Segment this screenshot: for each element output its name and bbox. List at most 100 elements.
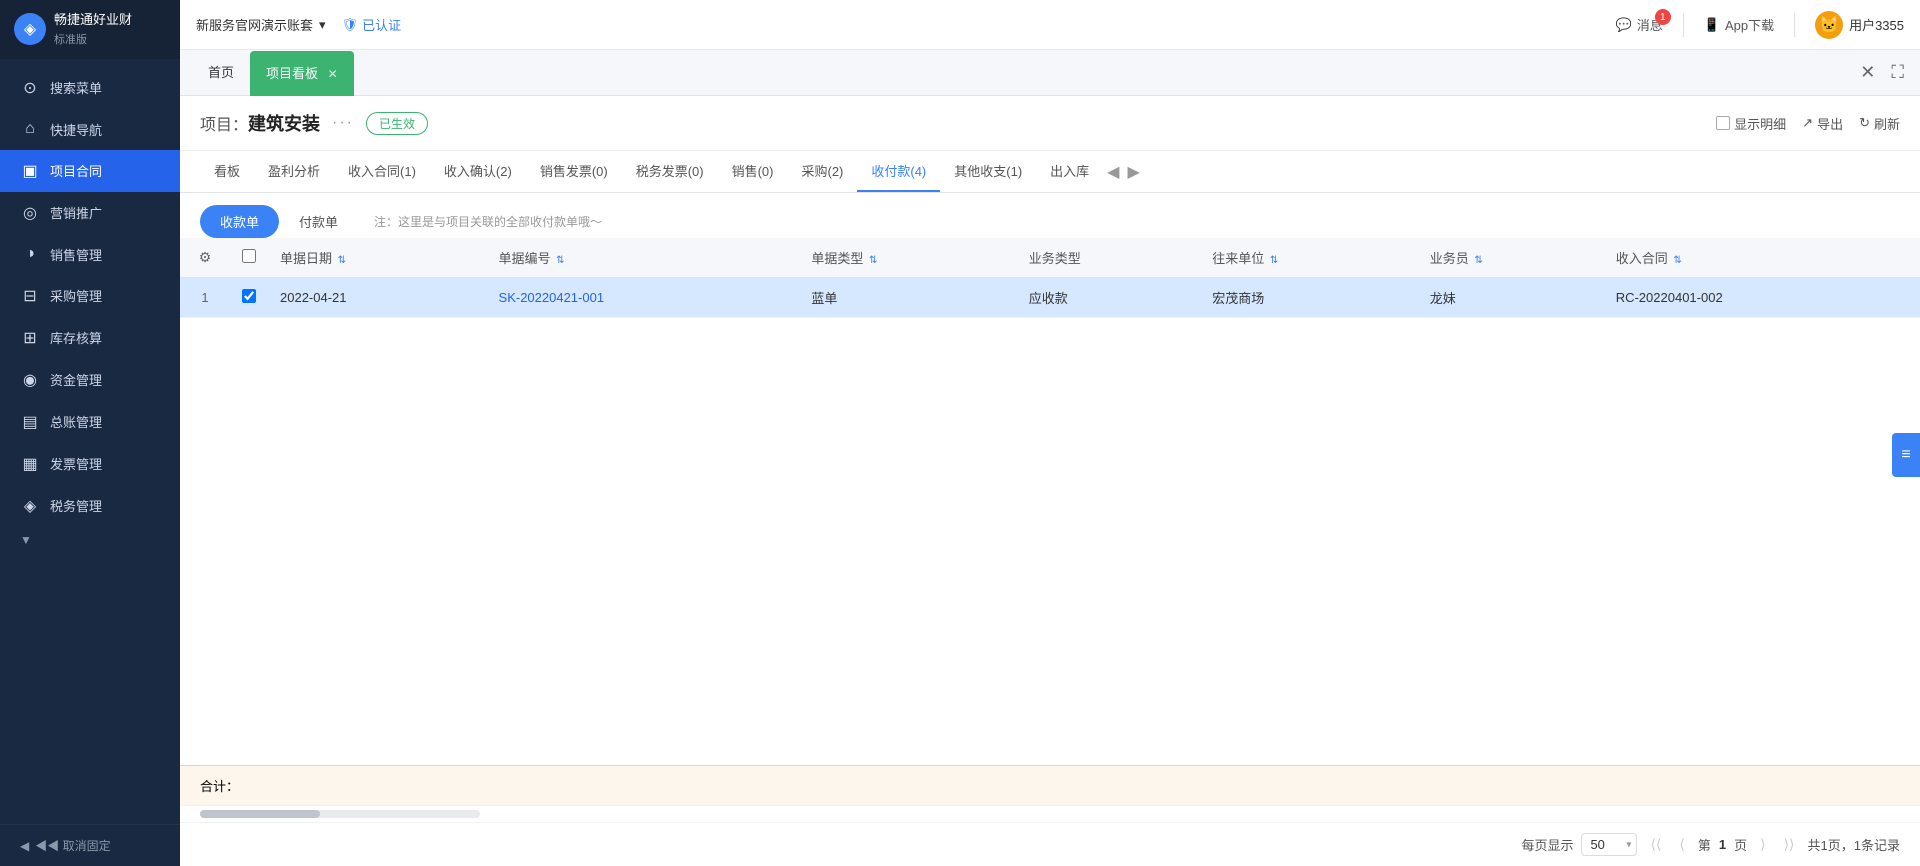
sidebar-item-quick-nav[interactable]: ⌂ 快捷导航 [0,109,180,150]
col-biztype-header: 业务类型 [1017,238,1201,278]
col-check-header[interactable] [230,238,268,278]
row-checkbox[interactable] [242,289,256,303]
row-number[interactable]: SK-20220421-001 [487,278,800,318]
sidebar-item-invoice[interactable]: ▦ 发票管理 [0,443,180,485]
tab-home[interactable]: 首页 [192,50,250,95]
refresh-button[interactable]: ↻ 刷新 [1859,114,1900,133]
sidebar-item-label: 项目合同 [50,161,102,180]
col-income-contract-header[interactable]: 收入合同 ⇅ [1604,238,1920,278]
prev-page-button[interactable]: ⟨ [1674,834,1689,855]
select-all-checkbox[interactable] [242,249,256,263]
horizontal-scrollbar-thumb[interactable] [200,810,320,818]
refresh-icon: ↻ [1859,115,1870,131]
sub-tab-purchase[interactable]: 采购(2) [787,151,857,192]
ledger-icon: ▤ [20,412,40,432]
cert-label: 已认证 [362,15,401,34]
sidebar-item-label: 营销推广 [50,203,102,222]
main-area: 新服务官网演示账套 ▾ 🛡 已认证 💬 消息 1 📱 App下载 🐱 用户335… [180,0,1920,866]
sub-tab-sales-invoice[interactable]: 销售发票(0) [526,151,622,192]
sidebar-item-tax[interactable]: ◈ 税务管理 [0,485,180,527]
col-doctype-header[interactable]: 单据类型 ⇅ [799,238,1016,278]
sidebar-nav: ⊙ 搜索菜单 ⌂ 快捷导航 ▣ 项目合同 ◎ 营销推广 ◑ 销售管理 ⊟ 采购管… [0,59,180,824]
row-partner: 宏茂商场 [1200,278,1417,318]
sub-tab-profit[interactable]: 盈利分析 [254,151,334,192]
export-button[interactable]: ↗ 导出 [1802,114,1843,133]
sub-tab-kanban[interactable]: 看板 [200,151,254,192]
sub-tab-payment[interactable]: 收付款(4) [857,151,940,192]
show-detail-checkbox[interactable]: 显示明细 [1716,114,1786,133]
sub-tab-inout[interactable]: 出入库 [1036,151,1103,192]
sidebar: ◈ 畅捷通好业财 标准版 ⊙ 搜索菜单 ⌂ 快捷导航 ▣ 项目合同 ◎ 营销推广… [0,0,180,866]
per-page-select[interactable]: 10 20 50 100 [1581,833,1637,856]
table-row[interactable]: 1 2022-04-21 SK-20220421-001 蓝单 应收款 宏茂商场… [180,278,1920,318]
sidebar-cancel-pin[interactable]: ◀ ◀◀ 取消固定 [0,824,180,866]
col-number-header[interactable]: 单据编号 ⇅ [487,238,800,278]
row-number-link[interactable]: SK-20220421-001 [499,290,605,305]
cancel-pin-label: ◀◀ 取消固定 [35,837,110,854]
row-doctype: 蓝单 [799,278,1016,318]
sidebar-scroll-down[interactable]: ▼ [0,527,180,553]
project-more-button[interactable]: ··· [332,114,354,132]
sub-tab-other-expenses[interactable]: 其他收支(1) [940,151,1036,192]
sidebar-item-search[interactable]: ⊙ 搜索菜单 [0,67,180,109]
partner-sort-icon: ⇅ [1270,255,1278,266]
number-sort-icon: ⇅ [556,255,564,266]
sidebar-item-ledger[interactable]: ▤ 总账管理 [0,401,180,443]
sub-tab-tax-invoice[interactable]: 税务发票(0) [622,151,718,192]
row-date: 2022-04-21 [268,278,487,318]
sub-tabs-next-arrow[interactable]: ▶ [1123,162,1143,182]
sub-tab-income-contract[interactable]: 收入合同(1) [334,151,430,192]
sidebar-item-label: 销售管理 [50,245,102,264]
salesperson-sort-icon: ⇅ [1474,255,1482,266]
sidebar-item-purchase[interactable]: ⊟ 采购管理 [0,275,180,317]
sidebar-item-label: 资金管理 [50,370,102,389]
settings-gear-icon[interactable]: ⚙ [199,249,212,265]
capital-icon: ◉ [20,370,40,390]
sub-tabs-prev-arrow[interactable]: ◀ [1103,162,1123,182]
current-page: 1 [1719,837,1726,852]
pin-icon: ◀ [20,839,29,853]
tab-close-icon[interactable]: ✕ [328,67,338,81]
sidebar-item-project-contract[interactable]: ▣ 项目合同 [0,150,180,192]
window-controls: ✕ ⛶ [1856,58,1908,87]
data-table: ⚙ 单据日期 ⇅ 单据编号 ⇅ [180,238,1920,318]
float-button-icon: ≡ [1901,446,1910,464]
inner-tab-receipt[interactable]: 收款单 [200,205,279,238]
sidebar-item-label: 采购管理 [50,286,102,305]
table-footer: 合计： [180,765,1920,805]
per-page-select-wrap[interactable]: 10 20 50 100 [1581,833,1637,856]
sidebar-item-label: 税务管理 [50,496,102,515]
show-detail-label: 显示明细 [1734,114,1786,133]
horizontal-scrollbar-track[interactable] [200,810,480,818]
window-close-button[interactable]: ✕ [1856,58,1879,87]
sidebar-item-marketing[interactable]: ◎ 营销推广 [0,192,180,234]
user-menu[interactable]: 🐱 用户3355 [1815,11,1904,39]
sub-tab-sales[interactable]: 销售(0) [718,151,788,192]
float-action-button[interactable]: ≡ [1892,433,1920,477]
col-salesperson-header[interactable]: 业务员 ⇅ [1418,238,1604,278]
last-page-button[interactable]: ⟩⟩ [1779,834,1800,855]
row-checkbox-cell[interactable] [230,278,268,318]
account-selector[interactable]: 新服务官网演示账套 ▾ [196,15,326,34]
sidebar-item-label: 库存核算 [50,328,102,347]
col-partner-header[interactable]: 往来单位 ⇅ [1200,238,1417,278]
tab-project-board[interactable]: 项目看板 ✕ [250,51,354,96]
sidebar-item-sales[interactable]: ◑ 销售管理 [0,234,180,275]
next-page-button[interactable]: ⟩ [1755,834,1770,855]
window-maximize-button[interactable]: ⛶ [1887,58,1908,87]
sidebar-item-capital[interactable]: ◉ 资金管理 [0,359,180,401]
app-logo-icon: ◈ [14,13,46,45]
sidebar-item-inventory[interactable]: ⊞ 库存核算 [0,317,180,359]
table-container: ⚙ 单据日期 ⇅ 单据编号 ⇅ [180,238,1920,765]
total-info: 共1页，1条记录 [1808,835,1900,854]
app-download-button[interactable]: 📱 App下载 [1704,15,1774,34]
tax-icon: ◈ [20,496,40,516]
col-date-header[interactable]: 单据日期 ⇅ [268,238,487,278]
inner-tab-payment[interactable]: 付款单 [279,205,358,238]
message-button[interactable]: 💬 消息 1 [1616,15,1663,34]
sub-tab-income-confirm[interactable]: 收入确认(2) [430,151,526,192]
row-salesperson: 龙妹 [1418,278,1604,318]
col-settings-header[interactable]: ⚙ [180,238,230,278]
first-page-button[interactable]: ⟨⟨ [1645,834,1666,855]
mobile-icon: 📱 [1704,17,1720,33]
